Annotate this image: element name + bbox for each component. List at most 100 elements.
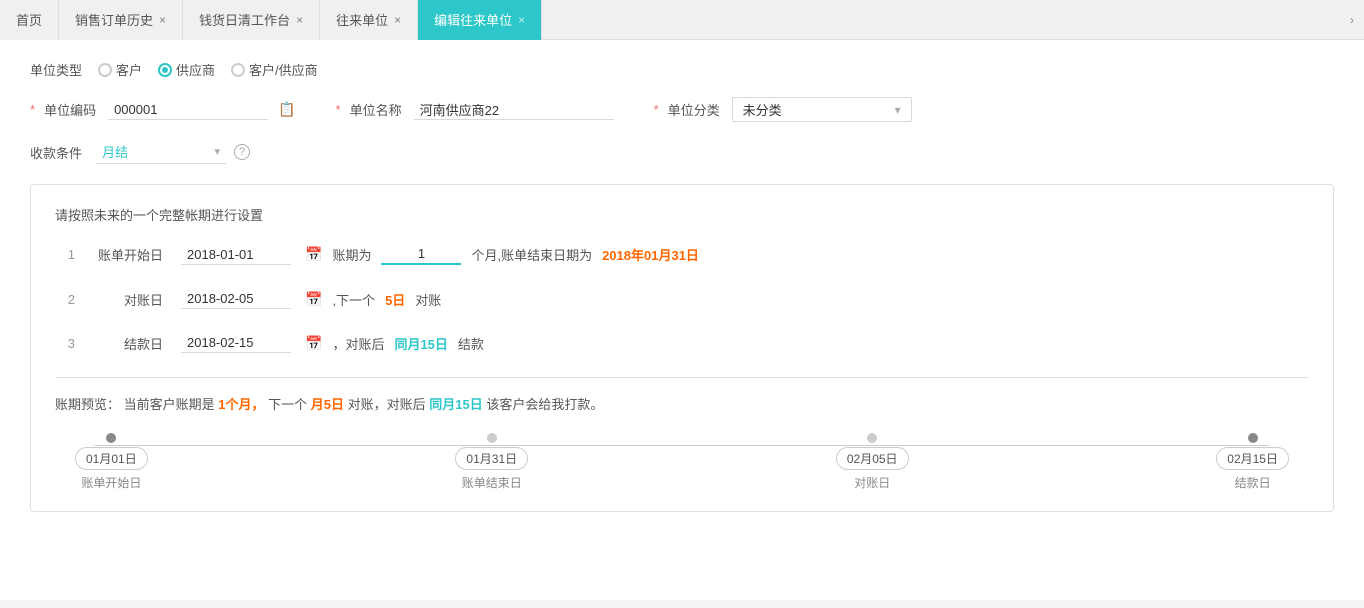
radio-supplier[interactable]: 供应商 — [158, 60, 215, 79]
tab-edit-counterpart-close[interactable]: × — [518, 13, 525, 27]
preview-text-2: 下一个 — [268, 397, 307, 412]
unit-code-group: * 单位编码 📋 — [30, 100, 296, 120]
timeline-label-3: 结款日 — [1235, 474, 1271, 491]
tabs-bar: 首页 销售订单历史 × 钱货日清工作台 × 往来单位 × 编辑往来单位 × › — [0, 0, 1364, 40]
timeline-item-2: 02月05日 对账日 — [836, 433, 909, 491]
tab-counterpart-label: 往来单位 — [336, 10, 388, 29]
tab-counterpart-close[interactable]: × — [394, 13, 401, 27]
tab-cash-work[interactable]: 钱货日清工作台 × — [183, 0, 320, 40]
row-3-highlight: 同月15日 — [394, 334, 447, 353]
row-2-label: 对账日 — [93, 290, 163, 309]
unit-name-group: * 单位名称 — [336, 100, 614, 120]
row-1-month-input[interactable] — [381, 244, 461, 265]
unit-code-star: * — [30, 102, 35, 117]
tab-counterpart[interactable]: 往来单位 × — [320, 0, 418, 40]
tab-sales-history-close[interactable]: × — [159, 13, 166, 27]
row-2-num: 2 — [55, 292, 75, 307]
tabs-scroll-arrow[interactable]: › — [1340, 13, 1364, 27]
payment-label: 收款条件 — [30, 143, 82, 162]
timeline: 01月01日 账单开始日 01月31日 账单结束日 02月05日 对账日 — [55, 433, 1309, 491]
preview-text: 账期预览： 当前客户账期是 1个月， 下一个 月5日 对账，对账后 同月15日 … — [55, 394, 1309, 413]
row-1-suffix-post: 个月,账单结束日期为 — [471, 245, 592, 264]
preview-highlight-1: 1个月， — [218, 397, 264, 412]
unit-name-label: 单位名称 — [350, 100, 402, 119]
row-2-date-input[interactable] — [181, 289, 291, 309]
tab-sales-history[interactable]: 销售订单历史 × — [59, 0, 183, 40]
radio-group-unit-type: 客户 供应商 客户/供应商 — [98, 60, 318, 79]
timeline-item-0: 01月01日 账单开始日 — [75, 433, 148, 491]
unit-name-star: * — [336, 102, 341, 117]
row-3-label: 结款日 — [93, 334, 163, 353]
row-1-num: 1 — [55, 247, 75, 262]
data-row-3: 3 结款日 📅 ，对账后 同月15日 结款 — [55, 333, 1309, 353]
row-3-calendar-icon[interactable]: 📅 — [305, 335, 322, 352]
timeline-label-1: 账单结束日 — [462, 474, 522, 491]
row-3-suffix: 结款 — [458, 334, 484, 353]
radio-customer-supplier-label: 客户/供应商 — [249, 60, 318, 79]
tab-edit-counterpart-label: 编辑往来单位 — [434, 10, 512, 29]
payment-row: 收款条件 月结 ▾ ? — [30, 140, 1334, 164]
preview-text-1: 当前客户账期是 — [124, 397, 215, 412]
row-3-prefix: ，对账后 — [332, 334, 384, 353]
preview-label: 账期预览： — [55, 397, 120, 412]
payment-help-icon[interactable]: ? — [234, 144, 250, 160]
row-2-highlight: 5日 — [385, 290, 405, 309]
tab-edit-counterpart[interactable]: 编辑往来单位 × — [418, 0, 542, 40]
row-1-end-date: 2018年01月31日 — [602, 245, 699, 264]
row-2-prefix: ,下一个 — [332, 290, 375, 309]
unit-type-row: 单位类型 客户 供应商 客户/供应商 — [30, 60, 1334, 79]
radio-supplier-label: 供应商 — [176, 60, 215, 79]
tab-home[interactable]: 首页 — [0, 0, 59, 40]
timeline-line — [95, 445, 1269, 446]
tab-cash-work-label: 钱货日清工作台 — [199, 10, 290, 29]
section-title: 请按照未来的一个完整帐期进行设置 — [55, 205, 1309, 224]
radio-customer[interactable]: 客户 — [98, 60, 142, 79]
row-1-suffix-pre: 账期为 — [332, 245, 371, 264]
timeline-item-1: 01月31日 账单结束日 — [455, 433, 528, 491]
row-2-calendar-icon[interactable]: 📅 — [305, 291, 322, 308]
row-2-suffix: 对账 — [415, 290, 441, 309]
row-3-date-input[interactable] — [181, 333, 291, 353]
row-3-num: 3 — [55, 336, 75, 351]
unit-class-select[interactable]: 未分类 ▾ — [732, 97, 912, 122]
payment-select[interactable]: 月结 ▾ — [96, 140, 226, 164]
timeline-dot-3 — [1248, 433, 1258, 443]
unit-class-arrow-icon: ▾ — [895, 103, 901, 117]
payment-value: 月结 — [102, 142, 208, 161]
unit-name-input[interactable] — [414, 100, 614, 120]
row-1-label: 账单开始日 — [93, 245, 163, 264]
timeline-dot-2 — [867, 433, 877, 443]
radio-circle-customer — [98, 63, 112, 77]
unit-class-group: * 单位分类 未分类 ▾ — [654, 97, 912, 122]
timeline-item-3: 02月15日 结款日 — [1216, 433, 1289, 491]
timeline-pill-1: 01月31日 — [455, 447, 528, 470]
tab-home-label: 首页 — [16, 10, 42, 29]
timeline-label-2: 对账日 — [854, 474, 890, 491]
data-row-2: 2 对账日 📅 ,下一个 5日 对账 — [55, 289, 1309, 309]
main-content: 单位类型 客户 供应商 客户/供应商 * 单位编码 📋 * 单位名称 — [0, 40, 1364, 600]
unit-code-label: 单位编码 — [44, 100, 96, 119]
timeline-items: 01月01日 账单开始日 01月31日 账单结束日 02月05日 对账日 — [75, 433, 1289, 491]
unit-code-input[interactable] — [108, 100, 268, 120]
preview-highlight-3: 同月15日 — [429, 397, 482, 412]
preview-highlight-2: 月5日 — [311, 397, 344, 412]
timeline-pill-0: 01月01日 — [75, 447, 148, 470]
unit-class-value: 未分类 — [743, 100, 889, 119]
unit-class-label: 单位分类 — [668, 100, 720, 119]
timeline-label-0: 账单开始日 — [81, 474, 141, 491]
timeline-pill-3: 02月15日 — [1216, 447, 1289, 470]
radio-customer-supplier[interactable]: 客户/供应商 — [231, 60, 318, 79]
row-1-calendar-icon[interactable]: 📅 — [305, 246, 322, 263]
row-1-date-input[interactable] — [181, 245, 291, 265]
radio-circle-supplier — [158, 63, 172, 77]
tab-cash-work-close[interactable]: × — [296, 13, 303, 27]
timeline-pill-2: 02月05日 — [836, 447, 909, 470]
section-box: 请按照未来的一个完整帐期进行设置 1 账单开始日 📅 账期为 个月,账单结束日期… — [30, 184, 1334, 512]
payment-dropdown-arrow-icon: ▾ — [214, 145, 220, 158]
radio-circle-customer-supplier — [231, 63, 245, 77]
unit-info-row: * 单位编码 📋 * 单位名称 * 单位分类 未分类 ▾ — [30, 97, 1334, 122]
preview-section: 账期预览： 当前客户账期是 1个月， 下一个 月5日 对账，对账后 同月15日 … — [55, 377, 1309, 491]
radio-customer-label: 客户 — [116, 60, 142, 79]
preview-text-4: 该客户会给我打款。 — [486, 397, 603, 412]
unit-code-calendar-icon[interactable]: 📋 — [278, 101, 295, 118]
